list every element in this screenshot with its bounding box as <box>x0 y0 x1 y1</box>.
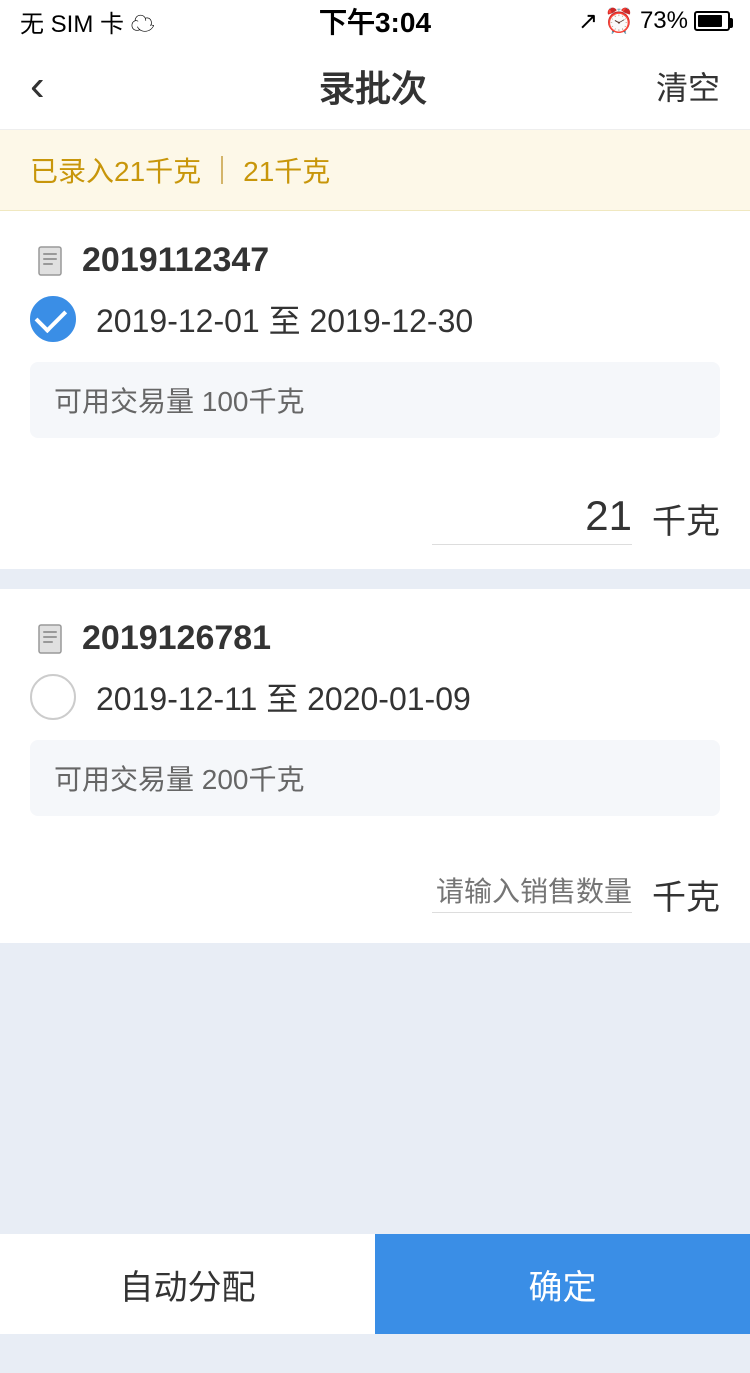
batch-2-date: 2019-12-11 至 2020-01-09 <box>96 674 471 720</box>
auto-distribute-button[interactable]: 自动分配 <box>0 1234 375 1334</box>
batch-2-unit: 千克 <box>652 870 720 919</box>
batch-1-row: 2019-12-01 至 2019-12-30 <box>30 296 720 342</box>
battery-icon <box>694 11 730 31</box>
batch-doc-icon-2 <box>30 620 72 658</box>
info-value: 21千克 <box>243 150 330 190</box>
status-bar-right: ↗ ⏰ 73% <box>578 7 730 36</box>
nav-bar: ‹ 录批次 清空 <box>0 42 750 130</box>
batch-1-header: 2019112347 <box>30 241 720 280</box>
bottom-buttons: 自动分配 确定 <box>0 1234 750 1334</box>
separator-1 <box>0 569 750 589</box>
batch-2-id: 2019126781 <box>82 619 271 658</box>
batch-2-header: 2019126781 <box>30 619 720 658</box>
batch-item-1-content: 2019112347 2019-12-01 至 2019-12-30 可用交易量… <box>0 211 750 468</box>
location-icon: ↗ <box>578 7 598 36</box>
battery-label: 73% <box>640 7 688 35</box>
clear-button[interactable]: 清空 <box>656 63 720 109</box>
info-recorded-label: 已录入21千克 <box>30 150 201 190</box>
batch-1-available: 可用交易量 100千克 <box>30 362 720 438</box>
batch-1-quantity-input[interactable] <box>432 492 632 540</box>
status-bar-left: 无 SIM 卡 ☁ <box>20 4 155 39</box>
batch-1-id: 2019112347 <box>82 241 269 280</box>
batch-1-quantity-row: 千克 <box>0 468 750 569</box>
alarm-icon: ⏰ <box>604 7 634 36</box>
batch-2-quantity-row: 千克 <box>0 846 750 943</box>
batch-2-radio[interactable] <box>30 674 76 720</box>
batch-2-available: 可用交易量 200千克 <box>30 740 720 816</box>
sim-status: 无 SIM 卡 ☁ <box>20 4 155 39</box>
back-button[interactable]: ‹ <box>30 61 90 111</box>
batch-1-unit: 千克 <box>652 494 720 543</box>
batch-item-1: 2019112347 2019-12-01 至 2019-12-30 可用交易量… <box>0 211 750 569</box>
confirm-button[interactable]: 确定 <box>375 1234 750 1334</box>
status-bar-time: 下午3:04 <box>319 1 431 41</box>
batch-doc-icon-1 <box>30 242 72 280</box>
info-banner: 已录入21千克 21千克 <box>0 130 750 211</box>
status-bar: 无 SIM 卡 ☁ 下午3:04 ↗ ⏰ 73% <box>0 0 750 42</box>
info-divider <box>221 156 223 184</box>
batch-item-2-content: 2019126781 2019-12-11 至 2020-01-09 可用交易量… <box>0 589 750 846</box>
batch-1-quantity-underline <box>432 544 632 545</box>
batch-2-row: 2019-12-11 至 2020-01-09 <box>30 674 720 720</box>
batch-1-radio[interactable] <box>30 296 76 342</box>
page-title: 录批次 <box>319 60 427 112</box>
batch-2-quantity-underline <box>432 912 632 913</box>
batch-1-date: 2019-12-01 至 2019-12-30 <box>96 296 473 342</box>
batch-2-quantity-input[interactable] <box>432 876 632 908</box>
batch-item-2: 2019126781 2019-12-11 至 2020-01-09 可用交易量… <box>0 589 750 943</box>
